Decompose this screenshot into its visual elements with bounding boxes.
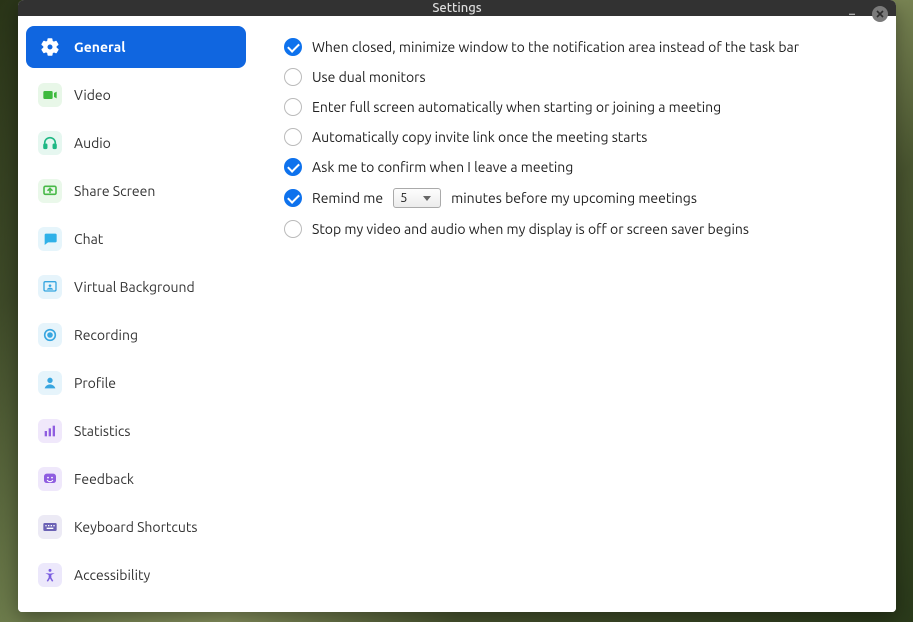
sidebar-item-label: Statistics <box>74 423 130 439</box>
sidebar-item-chat[interactable]: Chat <box>26 218 246 260</box>
sidebar-item-statistics[interactable]: Statistics <box>26 410 246 452</box>
virtual-background-icon <box>38 275 62 299</box>
share-screen-icon <box>38 179 62 203</box>
close-button[interactable] <box>872 6 888 22</box>
option-label-before: Remind me <box>312 190 383 206</box>
sidebar-item-video[interactable]: Video <box>26 74 246 116</box>
chevron-down-icon <box>423 196 431 201</box>
minimize-button[interactable]: – <box>844 6 860 22</box>
sidebar-item-label: Chat <box>74 231 103 247</box>
remind-minutes-dropdown[interactable]: 5 <box>393 188 441 208</box>
titlebar[interactable]: Settings – <box>18 0 896 16</box>
sidebar-item-profile[interactable]: Profile <box>26 362 246 404</box>
option-confirm-leave: Ask me to confirm when I leave a meeting <box>284 158 866 176</box>
sidebar-item-label: Profile <box>74 375 116 391</box>
statistics-icon <box>38 419 62 443</box>
sidebar-item-label: General <box>74 39 126 55</box>
option-label: Ask me to confirm when I leave a meeting <box>312 159 573 175</box>
option-stop-on-screensaver: Stop my video and audio when my display … <box>284 220 866 238</box>
option-label: Stop my video and audio when my display … <box>312 221 749 237</box>
option-label: Automatically copy invite link once the … <box>312 129 647 145</box>
sidebar-item-keyboard-shortcuts[interactable]: Keyboard Shortcuts <box>26 506 246 548</box>
settings-window: Settings – General <box>18 0 896 612</box>
checkbox-confirm-leave[interactable] <box>284 158 302 176</box>
headphones-icon <box>38 131 62 155</box>
checkbox-copy-invite[interactable] <box>284 128 302 146</box>
option-label: When closed, minimize window to the noti… <box>312 39 799 55</box>
sidebar-item-share-screen[interactable]: Share Screen <box>26 170 246 212</box>
record-icon <box>38 323 62 347</box>
option-full-screen: Enter full screen automatically when sta… <box>284 98 866 116</box>
sidebar-item-label: Video <box>74 87 111 103</box>
sidebar-item-label: Keyboard Shortcuts <box>74 519 197 535</box>
accessibility-icon <box>38 563 62 587</box>
sidebar-item-label: Audio <box>74 135 111 151</box>
sidebar-item-general[interactable]: General <box>26 26 246 68</box>
sidebar-item-label: Recording <box>74 327 138 343</box>
sidebar-item-label: Feedback <box>74 471 134 487</box>
sidebar-item-recording[interactable]: Recording <box>26 314 246 356</box>
option-minimize-to-tray: When closed, minimize window to the noti… <box>284 38 866 56</box>
sidebar-item-label: Share Screen <box>74 183 155 199</box>
sidebar-item-audio[interactable]: Audio <box>26 122 246 164</box>
option-label-after: minutes before my upcoming meetings <box>451 190 697 206</box>
option-copy-invite: Automatically copy invite link once the … <box>284 128 866 146</box>
checkbox-full-screen[interactable] <box>284 98 302 116</box>
option-label: Use dual monitors <box>312 69 426 85</box>
sidebar: General Video Audio <box>18 16 254 612</box>
sidebar-item-accessibility[interactable]: Accessibility <box>26 554 246 596</box>
sidebar-item-label: Virtual Background <box>74 279 195 295</box>
checkbox-stop-on-screensaver[interactable] <box>284 220 302 238</box>
option-dual-monitors: Use dual monitors <box>284 68 866 86</box>
video-icon <box>38 83 62 107</box>
settings-content: When closed, minimize window to the noti… <box>254 16 896 612</box>
chat-icon <box>38 227 62 251</box>
option-remind: Remind me 5 minutes before my upcoming m… <box>284 188 866 208</box>
sidebar-item-virtual-background[interactable]: Virtual Background <box>26 266 246 308</box>
checkbox-minimize-to-tray[interactable] <box>284 38 302 56</box>
checkbox-dual-monitors[interactable] <box>284 68 302 86</box>
sidebar-item-label: Accessibility <box>74 567 150 583</box>
sidebar-item-feedback[interactable]: Feedback <box>26 458 246 500</box>
window-title: Settings <box>432 1 481 15</box>
profile-icon <box>38 371 62 395</box>
keyboard-icon <box>38 515 62 539</box>
gear-icon <box>38 35 62 59</box>
dropdown-value: 5 <box>400 191 407 205</box>
checkbox-remind[interactable] <box>284 189 302 207</box>
option-label: Enter full screen automatically when sta… <box>312 99 721 115</box>
feedback-icon <box>38 467 62 491</box>
